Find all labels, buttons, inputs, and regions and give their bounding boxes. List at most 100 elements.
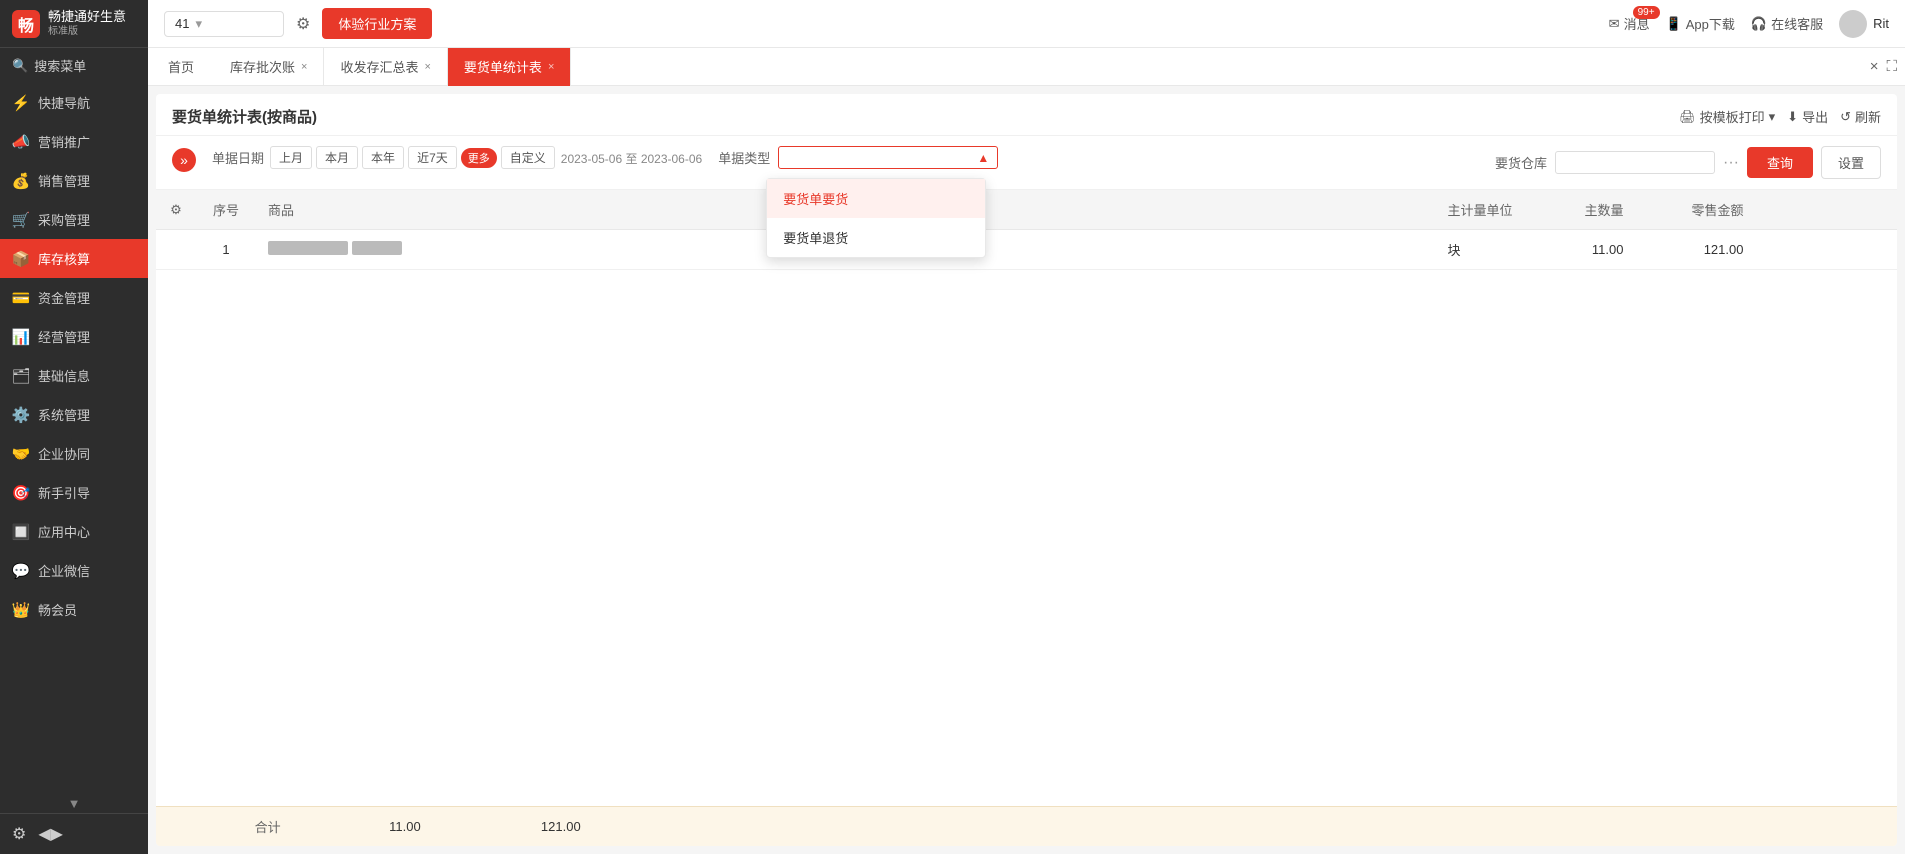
search-icon: 🔍	[12, 58, 28, 74]
table-head: ⚙ 序号 商品 主计量单位 主数量 零售金额	[156, 190, 1897, 230]
sidebar-item-purchase[interactable]: 🛒采购管理	[0, 200, 148, 239]
tab-home[interactable]: 首页	[148, 57, 214, 76]
nav-label-operation: 经营管理	[38, 327, 90, 346]
warehouse-filter-group: 要货仓库 ··· 查询 设置	[1495, 146, 1881, 179]
print-chevron: ▾	[1769, 109, 1776, 125]
page-header-actions: 🖨 按模板打印 ▾ ⬇ 导出 ↺ 刷新	[1679, 107, 1881, 126]
collapse-icon[interactable]: ◀▶	[38, 824, 63, 844]
nav-icon-enterprise: 🤝	[12, 445, 30, 463]
nav-label-quick-nav: 快捷导航	[38, 93, 90, 112]
summary-amount: 121.00	[461, 819, 581, 834]
sidebar-item-members[interactable]: 👑畅会员	[0, 590, 148, 629]
export-btn[interactable]: ⬇ 导出	[1787, 107, 1828, 126]
date-btn-current-month[interactable]: 本月	[316, 146, 358, 169]
user-name: Rit	[1873, 16, 1889, 31]
sidebar-item-basic[interactable]: 🗂基础信息	[0, 356, 148, 395]
user-avatar-btn[interactable]: Rit	[1839, 10, 1889, 38]
sidebar-scroll-down[interactable]: ▼	[0, 793, 148, 813]
query-btn[interactable]: 查询	[1747, 147, 1813, 178]
sidebar-item-apps[interactable]: 🔲 应用中心	[0, 512, 148, 551]
type-label: 单据类型	[718, 148, 770, 167]
nav-icon-operation: 📊	[12, 328, 30, 346]
page-header: 要货单统计表(按商品) 🖨 按模板打印 ▾ ⬇ 导出 ↺ 刷新	[156, 94, 1897, 136]
col-amount-header: 零售金额	[1635, 190, 1755, 230]
type-selector[interactable]: ▲	[778, 146, 998, 169]
date-filter-group: 单据日期 上月 本月 本年 近7天 更多 自定义 2023-05-06 至 20…	[212, 146, 702, 169]
date-btn-more[interactable]: 更多	[461, 148, 497, 168]
messages-btn[interactable]: ✉ 消息 99+	[1609, 14, 1650, 33]
settings-btn[interactable]: 设置	[1821, 146, 1881, 179]
print-btn[interactable]: 🖨 按模板打印 ▾	[1679, 107, 1775, 126]
close-all-tabs-icon[interactable]: ×	[1870, 58, 1879, 75]
close-collect-tab[interactable]: ×	[424, 61, 430, 73]
sidebar-item-guide[interactable]: 🎯新手引导	[0, 473, 148, 512]
sidebar-item-marketing[interactable]: 📣营销推广	[0, 122, 148, 161]
refresh-btn[interactable]: ↺ 刷新	[1840, 107, 1881, 126]
filter-type-wrapper: 单据类型 ▲ 要货单要货 要货单退货	[718, 146, 998, 169]
table-container: ⚙ 序号 商品 主计量单位 主数量 零售金额 1 块 11.00 121.00	[156, 190, 1897, 806]
sidebar-item-finance[interactable]: 💳资金管理	[0, 278, 148, 317]
filter-expand-btn[interactable]: »	[172, 148, 196, 172]
type-chevron-icon: ▲	[977, 151, 989, 165]
warehouse-selector[interactable]	[1555, 151, 1715, 174]
nav-label-wechat: 企业微信	[38, 561, 90, 580]
sidebar-logo: 畅 畅捷通好生意 标准版	[0, 0, 148, 48]
sidebar-item-system[interactable]: ⚙️系统管理	[0, 395, 148, 434]
table-row: 1 块 11.00 121.00	[156, 230, 1897, 270]
sidebar-item-wechat[interactable]: 💬企业微信	[0, 551, 148, 590]
sidebar-item-inventory[interactable]: 📦库存核算	[0, 239, 148, 278]
tab-collect[interactable]: 收发存汇总表 ×	[324, 48, 447, 86]
topbar: 41 ▾ ⚙ 体验行业方案 ✉ 消息 99+ 📱 App下载 🎧 在线客服 Ri…	[148, 0, 1905, 48]
app-download-btn[interactable]: 📱 App下载	[1666, 14, 1735, 33]
filter-bar: » 单据日期 上月 本月 本年 近7天 更多 自定义 2023-05-06 至 …	[156, 136, 1897, 190]
close-batch-tab[interactable]: ×	[301, 61, 307, 73]
date-range-display: 2023-05-06 至 2023-06-06	[561, 150, 702, 167]
nav-label-apps: 应用中心	[38, 522, 90, 541]
sidebar-item-sales[interactable]: 💰销售管理	[0, 161, 148, 200]
nav-icon-finance: 💳	[12, 289, 30, 307]
tab-requisition[interactable]: 要货单统计表 ×	[448, 48, 571, 86]
tab-batch[interactable]: 库存批次账 ×	[214, 48, 324, 86]
fullscreen-icon[interactable]: ⛶	[1886, 58, 1897, 75]
cell-unit: 块	[1435, 230, 1535, 270]
sidebar-item-quick-nav[interactable]: ⚡ 快捷导航	[0, 83, 148, 122]
nav-icon-apps: 🔲	[12, 523, 30, 541]
settings-icon[interactable]: ⚙	[12, 824, 26, 844]
summary-bar: 合计 11.00 121.00	[156, 806, 1897, 846]
sidebar-item-enterprise[interactable]: 🤝企业协同	[0, 434, 148, 473]
nav-icon-marketing: 📣	[12, 133, 30, 151]
export-icon: ⬇	[1787, 109, 1798, 125]
filter-more-icon[interactable]: ···	[1723, 154, 1739, 172]
topbar-gear-icon[interactable]: ⚙	[296, 14, 310, 34]
type-selected-text	[787, 150, 977, 165]
tabbar-right: × ⛶	[1870, 58, 1905, 75]
close-requisition-tab[interactable]: ×	[548, 61, 554, 73]
customer-service-btn[interactable]: 🎧 在线客服	[1751, 14, 1823, 33]
data-table: ⚙ 序号 商品 主计量单位 主数量 零售金额 1 块 11.00 121.00	[156, 190, 1897, 270]
nav-icon-sales: 💰	[12, 172, 30, 190]
logo-text: 畅捷通好生意 标准版	[48, 9, 126, 39]
refresh-icon: ↺	[1840, 109, 1851, 125]
summary-label: 合计	[168, 817, 281, 836]
logo-icon: 畅	[12, 10, 40, 38]
col-settings[interactable]: ⚙	[156, 190, 196, 230]
date-btn-year[interactable]: 本年	[362, 146, 404, 169]
date-btn-last-month[interactable]: 上月	[270, 146, 312, 169]
dropdown-item-requisition-return[interactable]: 要货单退货	[767, 218, 985, 257]
print-icon: 🖨	[1679, 109, 1696, 125]
message-icon: ✉	[1609, 16, 1620, 32]
trial-btn[interactable]: 体验行业方案	[322, 8, 432, 39]
nav-label-inventory: 库存核算	[38, 249, 90, 268]
sidebar-nav: ⚡ 快捷导航 📣营销推广💰销售管理🛒采购管理📦库存核算💳资金管理 📊 经营管理 🗂基础信息…	[0, 83, 148, 793]
nav-icon-quick-nav: ⚡	[12, 94, 30, 112]
dropdown-item-requisition-order[interactable]: 要货单要货	[767, 179, 985, 218]
sidebar-item-operation[interactable]: 📊 经营管理	[0, 317, 148, 356]
search-menu[interactable]: 🔍 搜索菜单	[0, 48, 148, 83]
store-selector[interactable]: 41 ▾	[164, 11, 284, 37]
type-dropdown: 要货单要货 要货单退货	[766, 178, 986, 258]
table-body: 1 块 11.00 121.00	[156, 230, 1897, 270]
date-btn-week[interactable]: 近7天	[408, 146, 457, 169]
date-label: 单据日期	[212, 148, 264, 167]
date-btn-custom[interactable]: 自定义	[501, 146, 555, 169]
nav-icon-purchase: 🛒	[12, 211, 30, 229]
